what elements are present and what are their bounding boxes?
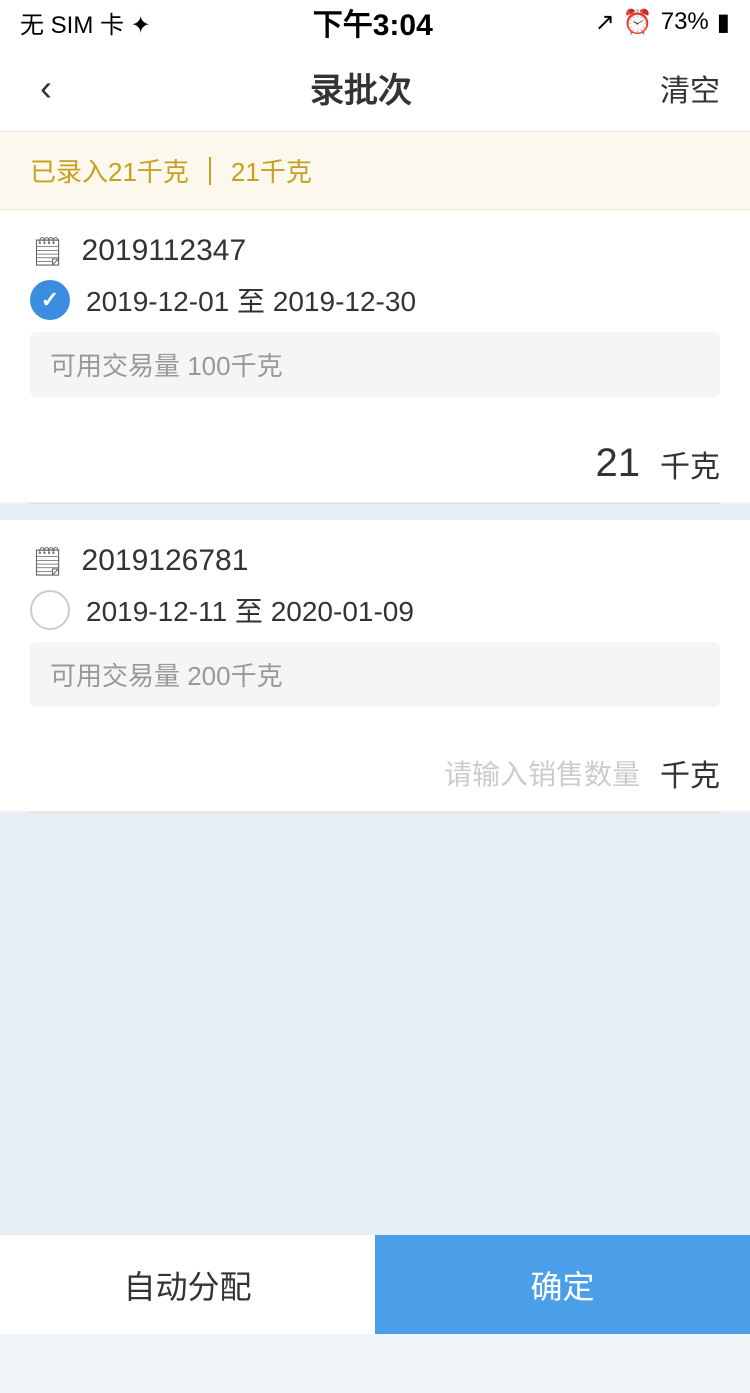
status-right: ↗ ⏰ 73% ▮ bbox=[595, 8, 730, 37]
status-time: 下午3:04 bbox=[313, 0, 433, 44]
battery-percent: 73% bbox=[661, 8, 709, 36]
clear-button[interactable]: 清空 bbox=[660, 66, 720, 110]
recorded-label: 已录入21千克 bbox=[30, 152, 189, 189]
summary-divider bbox=[209, 157, 211, 185]
empty-area bbox=[0, 813, 750, 1293]
summary-bar: 已录入21千克 21千克 bbox=[0, 132, 750, 210]
direction-icon: ↗ bbox=[595, 8, 615, 37]
back-button[interactable]: ‹ bbox=[30, 57, 62, 119]
quantity-value-1[interactable]: 21 bbox=[596, 441, 641, 486]
batch-header-1: 🗒 2019112347 bbox=[30, 234, 720, 268]
quantity-row-1: 21 千克 bbox=[0, 421, 750, 503]
radio-button-1[interactable] bbox=[30, 280, 70, 320]
page-title: 录批次 bbox=[310, 63, 412, 112]
quantity-unit-2: 千克 bbox=[660, 751, 720, 795]
batch-doc-icon-2: 🗒 bbox=[30, 545, 66, 578]
alarm-icon: ⏰ bbox=[623, 8, 653, 37]
bottom-bar: 自动分配 确定 bbox=[0, 1234, 750, 1334]
batch-date-1: 2019-12-01 至 2019-12-30 bbox=[86, 280, 416, 320]
nav-bar: ‹ 录批次 清空 bbox=[0, 44, 750, 132]
no-sim-text: 无 SIM 卡 ✦ bbox=[20, 5, 151, 40]
radio-button-2[interactable] bbox=[30, 590, 70, 630]
section-divider bbox=[0, 504, 750, 520]
status-bar: 无 SIM 卡 ✦ 下午3:04 ↗ ⏰ 73% ▮ bbox=[0, 0, 750, 44]
batch-available-1: 可用交易量 100千克 bbox=[30, 332, 720, 397]
batch-id-2: 2019126781 bbox=[82, 544, 249, 578]
summary-value: 21千克 bbox=[231, 152, 312, 189]
quantity-row-2[interactable]: 请输入销售数量 千克 bbox=[0, 731, 750, 812]
batch-header-2: 🗒 2019126781 bbox=[30, 544, 720, 578]
quantity-unit-1: 千克 bbox=[660, 442, 720, 486]
status-left: 无 SIM 卡 ✦ bbox=[20, 5, 151, 40]
batch-date-2: 2019-12-11 至 2020-01-09 bbox=[86, 590, 414, 630]
confirm-button[interactable]: 确定 bbox=[375, 1235, 750, 1334]
batch-date-row-1[interactable]: 2019-12-01 至 2019-12-30 bbox=[30, 280, 720, 320]
batch-available-2: 可用交易量 200千克 bbox=[30, 642, 720, 707]
quantity-placeholder-2: 请输入销售数量 bbox=[444, 753, 640, 793]
batch-item-1: 🗒 2019112347 2019-12-01 至 2019-12-30 可用交… bbox=[0, 210, 750, 421]
batch-doc-icon-1: 🗒 bbox=[30, 235, 66, 268]
batch-item-2: 🗒 2019126781 2019-12-11 至 2020-01-09 可用交… bbox=[0, 520, 750, 731]
auto-distribute-button[interactable]: 自动分配 bbox=[0, 1235, 375, 1334]
batch-date-row-2[interactable]: 2019-12-11 至 2020-01-09 bbox=[30, 590, 720, 630]
batch-id-1: 2019112347 bbox=[82, 234, 247, 268]
battery-icon: ▮ bbox=[717, 8, 730, 37]
